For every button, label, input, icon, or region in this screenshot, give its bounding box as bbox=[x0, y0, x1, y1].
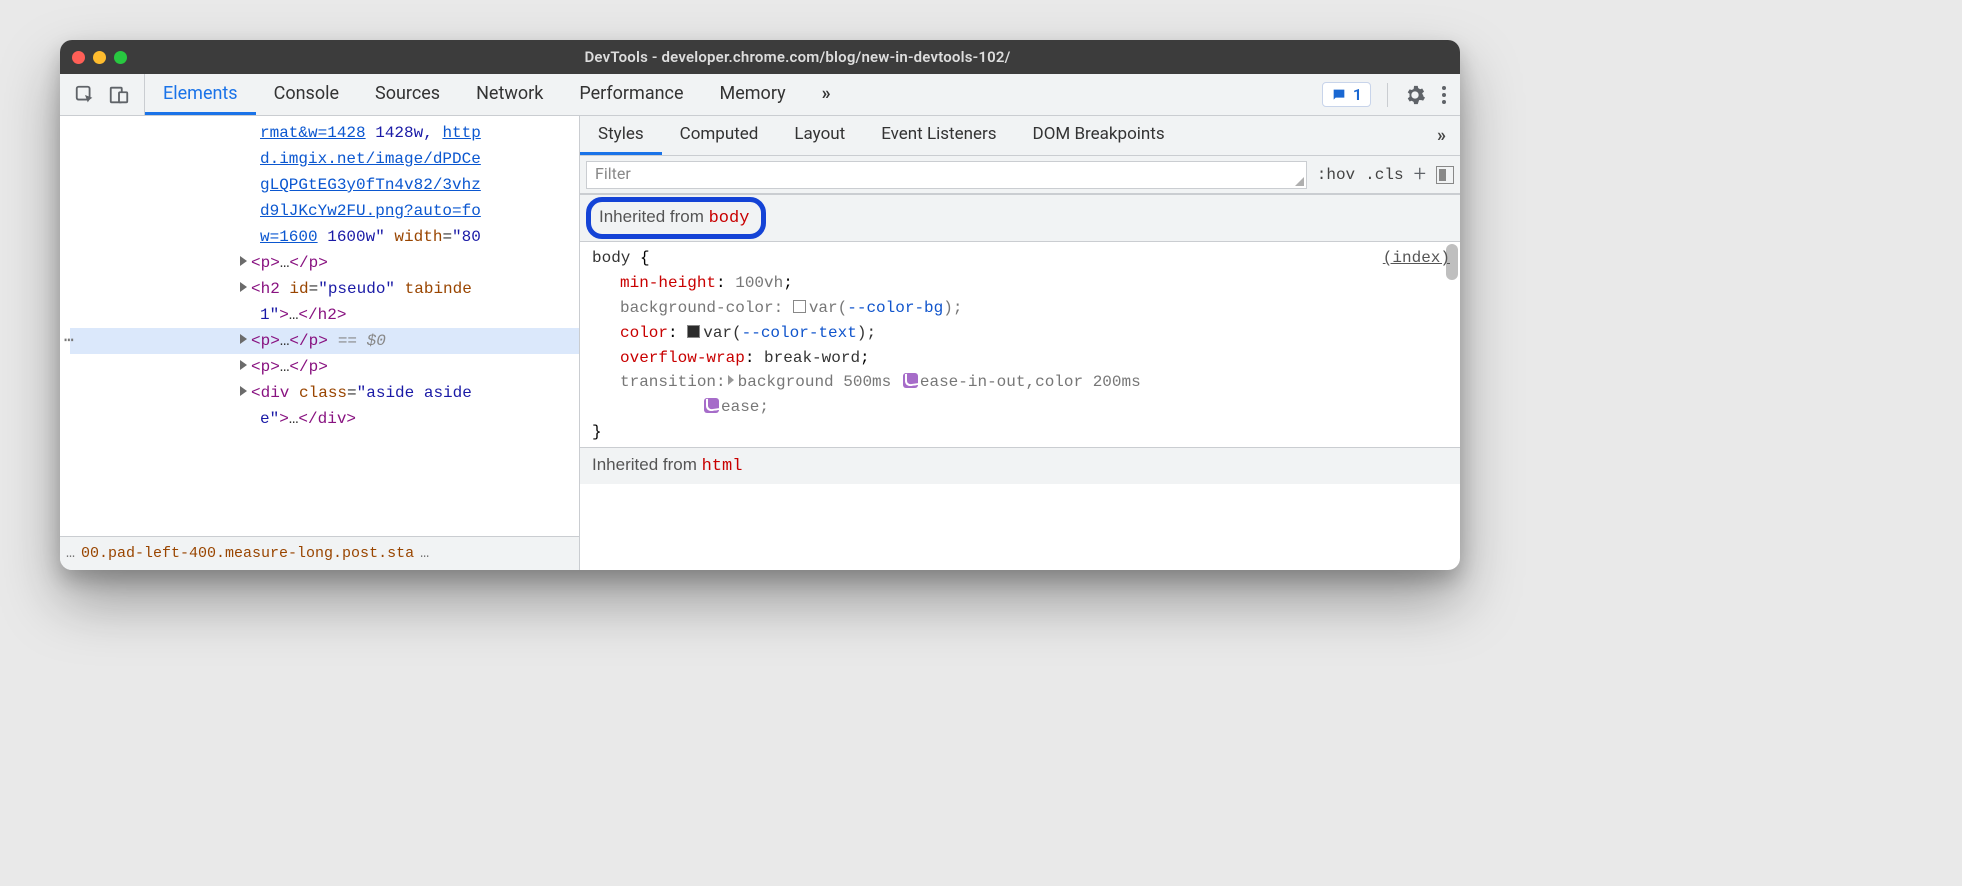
color-swatch-icon[interactable] bbox=[687, 325, 700, 338]
elements-panel: rmat&w=1428 1428w, http d.imgix.net/imag… bbox=[60, 116, 580, 570]
main-tabstrip: Elements Console Sources Network Perform… bbox=[60, 74, 1460, 116]
subtab-layout[interactable]: Layout bbox=[776, 116, 863, 155]
gear-icon bbox=[1404, 84, 1426, 106]
dom-url-fragment[interactable]: w=1600 bbox=[260, 228, 318, 246]
devtools-window: DevTools - developer.chrome.com/blog/new… bbox=[60, 40, 1460, 570]
tab-memory[interactable]: Memory bbox=[702, 74, 804, 115]
message-icon bbox=[1331, 87, 1347, 103]
inherited-from-html-header[interactable]: Inherited from html bbox=[580, 447, 1460, 484]
hov-toggle[interactable]: :hov bbox=[1317, 166, 1355, 184]
close-window-button[interactable] bbox=[72, 51, 85, 64]
subtab-styles[interactable]: Styles bbox=[580, 116, 662, 155]
inherited-from-body-header[interactable]: Inherited from body bbox=[580, 194, 1460, 242]
dom-url-fragment[interactable]: d.imgix.net/image/dPDCe bbox=[260, 150, 481, 168]
tab-performance[interactable]: Performance bbox=[561, 74, 701, 115]
expand-icon[interactable] bbox=[240, 282, 247, 292]
expand-icon[interactable] bbox=[240, 334, 247, 344]
selected-node-marker: == $0 bbox=[338, 332, 386, 350]
more-options-button[interactable] bbox=[1442, 86, 1446, 104]
breadcrumb-overflow-left[interactable]: … bbox=[66, 545, 75, 562]
settings-button[interactable] bbox=[1404, 84, 1426, 106]
declaration[interactable]: overflow-wrap: break-word; bbox=[592, 346, 1448, 371]
bezier-editor-icon[interactable] bbox=[903, 373, 918, 388]
subtab-event-listeners[interactable]: Event Listeners bbox=[863, 116, 1014, 155]
inspect-element-icon[interactable] bbox=[74, 84, 96, 106]
new-style-rule-button[interactable]: + bbox=[1414, 162, 1426, 187]
breadcrumbs[interactable]: … 00.pad-left-400.measure-long.post.sta … bbox=[60, 536, 579, 570]
expand-icon[interactable] bbox=[240, 256, 247, 266]
toggle-sidebar-icon[interactable] bbox=[1436, 166, 1454, 184]
subtabs-overflow-button[interactable]: » bbox=[1423, 116, 1460, 155]
styles-toolbar: Filter :hov .cls + bbox=[580, 156, 1460, 194]
kebab-dot-icon bbox=[1442, 86, 1446, 90]
rule-source-link[interactable]: (index) bbox=[1383, 246, 1450, 271]
dom-node-div[interactable]: <div class="aside aside bbox=[70, 380, 579, 406]
breadcrumb-path[interactable]: 00.pad-left-400.measure-long.post.sta bbox=[81, 545, 414, 562]
window-title: DevTools - developer.chrome.com/blog/new… bbox=[147, 48, 1448, 66]
tab-console[interactable]: Console bbox=[256, 74, 357, 115]
declaration[interactable]: color: var(--color-text); bbox=[592, 321, 1448, 346]
subtab-computed[interactable]: Computed bbox=[662, 116, 777, 155]
expand-icon[interactable] bbox=[240, 386, 247, 396]
dom-node-p[interactable]: <p>…</p> bbox=[70, 250, 579, 276]
declaration[interactable]: transition:background 500ms ease-in-out,… bbox=[592, 370, 1448, 395]
dom-url-fragment[interactable]: gLQPGtEG3y0fTn4v82/3vhz bbox=[260, 176, 481, 194]
expand-icon[interactable] bbox=[240, 360, 247, 370]
breadcrumb-overflow-right[interactable]: … bbox=[420, 545, 429, 562]
highlight-annotation: Inherited from body bbox=[586, 197, 766, 239]
issues-counter[interactable]: 1 bbox=[1322, 82, 1371, 107]
declaration[interactable]: background-color: var(--color-bg); bbox=[592, 296, 1448, 321]
dom-tree[interactable]: rmat&w=1428 1428w, http d.imgix.net/imag… bbox=[60, 116, 579, 536]
filter-input[interactable]: Filter bbox=[586, 161, 1307, 189]
dom-node-h2[interactable]: <h2 id="pseudo" tabinde bbox=[70, 276, 579, 302]
divider bbox=[1387, 83, 1388, 107]
device-toolbar-icon[interactable] bbox=[108, 84, 130, 106]
styles-subtabs: Styles Computed Layout Event Listeners D… bbox=[580, 116, 1460, 156]
declaration[interactable]: min-height: 100vh; bbox=[592, 271, 1448, 296]
maximize-window-button[interactable] bbox=[114, 51, 127, 64]
cls-toggle[interactable]: .cls bbox=[1365, 166, 1403, 184]
tab-sources[interactable]: Sources bbox=[357, 74, 458, 115]
styles-body[interactable]: Inherited from body (index) body { min-h… bbox=[580, 194, 1460, 570]
rule-selector[interactable]: body bbox=[592, 249, 630, 267]
window-controls bbox=[72, 51, 127, 64]
tab-elements[interactable]: Elements bbox=[145, 74, 256, 115]
subtab-dom-breakpoints[interactable]: DOM Breakpoints bbox=[1015, 116, 1183, 155]
titlebar: DevTools - developer.chrome.com/blog/new… bbox=[60, 40, 1460, 74]
dom-url-fragment[interactable]: rmat&w=1428 bbox=[260, 124, 366, 142]
tab-network[interactable]: Network bbox=[458, 74, 561, 115]
dom-url-fragment[interactable]: d9lJKcYw2FU.png?auto=fo bbox=[260, 202, 481, 220]
color-swatch-icon[interactable] bbox=[793, 300, 806, 313]
declaration-continued[interactable]: ease; bbox=[592, 395, 1448, 420]
dom-url-fragment[interactable]: http bbox=[442, 124, 480, 142]
tabs-overflow-button[interactable]: » bbox=[804, 74, 849, 115]
expand-shorthand-icon[interactable] bbox=[728, 375, 734, 385]
style-rule-body[interactable]: (index) body { min-height: 100vh; backgr… bbox=[580, 242, 1460, 446]
issues-count: 1 bbox=[1353, 85, 1362, 104]
minimize-window-button[interactable] bbox=[93, 51, 106, 64]
bezier-editor-icon[interactable] bbox=[704, 398, 719, 413]
dom-node-p[interactable]: <p>…</p> bbox=[70, 354, 579, 380]
styles-panel: Styles Computed Layout Event Listeners D… bbox=[580, 116, 1460, 570]
dom-node-selected[interactable]: <p>…</p>== $0 bbox=[70, 328, 579, 354]
